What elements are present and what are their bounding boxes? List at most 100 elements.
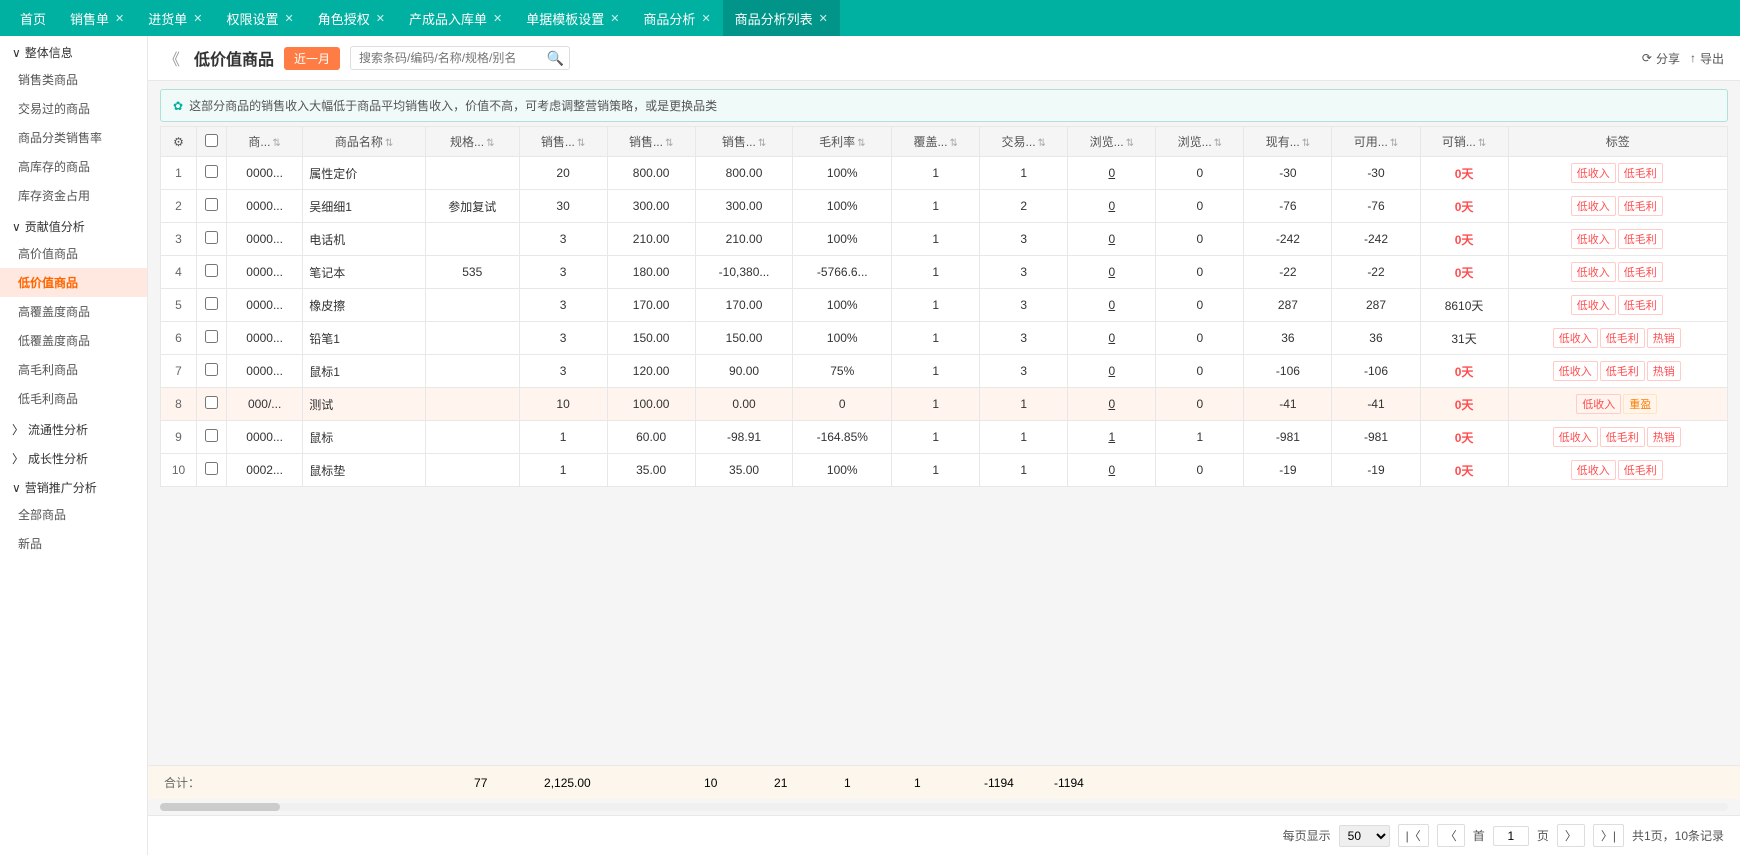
td-browse1[interactable]: 1 — [1068, 421, 1156, 454]
row-checkbox[interactable] — [205, 462, 218, 475]
browse-link[interactable]: 0 — [1108, 166, 1115, 180]
td-browse1[interactable]: 0 — [1068, 256, 1156, 289]
th-checkbox[interactable] — [197, 127, 227, 157]
nav-product-analysis-list[interactable]: 商品分析列表 ✕ — [723, 0, 840, 36]
close-icon[interactable]: ✕ — [285, 12, 294, 25]
sidebar-item-high-inventory[interactable]: 高库存的商品 — [0, 152, 147, 181]
select-all-checkbox[interactable] — [205, 134, 218, 147]
sidebar-item-high-coverage[interactable]: 高覆盖度商品 — [0, 297, 147, 326]
nav-permission[interactable]: 权限设置 ✕ — [214, 0, 305, 36]
prev-page-button[interactable]: 〈 — [1437, 824, 1465, 847]
td-browse1[interactable]: 0 — [1068, 223, 1156, 256]
row-checkbox[interactable] — [205, 264, 218, 277]
browse-link[interactable]: 0 — [1108, 397, 1115, 411]
row-checkbox[interactable] — [205, 198, 218, 211]
sidebar-item-high-value[interactable]: 高价值商品 — [0, 239, 147, 268]
row-checkbox[interactable] — [205, 330, 218, 343]
nav-sales-order[interactable]: 销售单 ✕ — [58, 0, 136, 36]
nav-purchase-order[interactable]: 进货单 ✕ — [136, 0, 214, 36]
td-browse1[interactable]: 0 — [1068, 190, 1156, 223]
td-check[interactable] — [197, 421, 227, 454]
close-icon[interactable]: ✕ — [376, 12, 385, 25]
row-checkbox[interactable] — [205, 231, 218, 244]
close-icon[interactable]: ✕ — [701, 12, 710, 25]
td-browse1[interactable]: 0 — [1068, 355, 1156, 388]
nav-role-auth[interactable]: 角色授权 ✕ — [306, 0, 397, 36]
td-s1: 1 — [519, 454, 607, 487]
browse-link[interactable]: 0 — [1108, 463, 1115, 477]
td-check[interactable] — [197, 322, 227, 355]
tag-low-margin: 低毛利 — [1618, 295, 1663, 315]
td-browse1[interactable]: 0 — [1068, 388, 1156, 421]
td-name: 电话机 — [303, 223, 426, 256]
next-page-button[interactable]: 〉 — [1557, 824, 1585, 847]
share-button[interactable]: ⟳ 分享 — [1642, 50, 1680, 67]
sidebar-group-marketing[interactable]: ∨ 营销推广分析 — [0, 471, 147, 500]
td-browse1[interactable]: 0 — [1068, 157, 1156, 190]
sidebar-group-overall[interactable]: ∨ 整体信息 — [0, 36, 147, 65]
row-checkbox[interactable] — [205, 297, 218, 310]
sidebar-item-inventory-capital[interactable]: 库存资金占用 — [0, 181, 147, 210]
td-check[interactable] — [197, 388, 227, 421]
td-check[interactable] — [197, 454, 227, 487]
horizontal-scrollbar[interactable] — [160, 803, 1728, 811]
browse-link[interactable]: 0 — [1108, 331, 1115, 345]
search-input[interactable] — [350, 46, 570, 70]
collapse-button[interactable]: 《 — [164, 46, 180, 70]
td-check[interactable] — [197, 256, 227, 289]
close-icon[interactable]: ✕ — [610, 12, 619, 25]
td-browse1[interactable]: 0 — [1068, 289, 1156, 322]
td-browse2: 1 — [1156, 421, 1244, 454]
sidebar-group-contribution[interactable]: ∨ 贡献值分析 — [0, 210, 147, 239]
td-check[interactable] — [197, 223, 227, 256]
nav-product-in[interactable]: 产成品入库单 ✕ — [397, 0, 514, 36]
td-check[interactable] — [197, 289, 227, 322]
sidebar-item-low-value[interactable]: 低价值商品 — [0, 268, 147, 297]
close-icon[interactable]: ✕ — [115, 12, 124, 25]
sidebar-item-low-margin[interactable]: 低毛利商品 — [0, 384, 147, 413]
browse-link[interactable]: 0 — [1108, 199, 1115, 213]
browse-link[interactable]: 0 — [1108, 298, 1115, 312]
close-icon[interactable]: ✕ — [193, 12, 202, 25]
nav-template[interactable]: 单据模板设置 ✕ — [514, 0, 631, 36]
browse-link[interactable]: 1 — [1108, 430, 1115, 444]
page-input[interactable] — [1493, 826, 1529, 846]
last-page-button[interactable]: 〉| — [1593, 824, 1624, 847]
close-icon[interactable]: ✕ — [819, 12, 828, 25]
first-page-button[interactable]: |〈 — [1398, 824, 1429, 847]
row-checkbox[interactable] — [205, 363, 218, 376]
td-days: 0天 — [1420, 190, 1508, 223]
sidebar-item-high-margin[interactable]: 高毛利商品 — [0, 355, 147, 384]
export-button[interactable]: ↑ 导出 — [1690, 50, 1724, 67]
filter-recent-month[interactable]: 近一月 — [284, 47, 340, 70]
td-days: 0天 — [1420, 355, 1508, 388]
nav-home[interactable]: 首页 — [8, 0, 58, 36]
sidebar-item-new-products[interactable]: 新品 — [0, 529, 147, 558]
td-browse1[interactable]: 0 — [1068, 454, 1156, 487]
td-check[interactable] — [197, 157, 227, 190]
td-coverage: 1 — [892, 355, 980, 388]
per-page-select[interactable]: 50 100 200 — [1339, 825, 1390, 847]
nav-product-analysis[interactable]: 商品分析 ✕ — [631, 0, 722, 36]
search-icon[interactable]: 🔍 — [547, 50, 564, 67]
td-browse1[interactable]: 0 — [1068, 322, 1156, 355]
scrollbar-thumb[interactable] — [160, 803, 280, 811]
sidebar-group-growth[interactable]: 〉 成长性分析 — [0, 442, 147, 471]
sidebar-item-sales-products[interactable]: 销售类商品 — [0, 65, 147, 94]
browse-link[interactable]: 0 — [1108, 232, 1115, 246]
row-checkbox[interactable] — [205, 165, 218, 178]
table-wrap[interactable]: ⚙ 商...⇅ 商品名称⇅ 规格...⇅ 销售...⇅ 销售...⇅ 销售...… — [160, 126, 1728, 765]
sidebar-item-traded-products[interactable]: 交易过的商品 — [0, 94, 147, 123]
sidebar-item-all-products[interactable]: 全部商品 — [0, 500, 147, 529]
browse-link[interactable]: 0 — [1108, 364, 1115, 378]
th-settings[interactable]: ⚙ — [161, 127, 197, 157]
sidebar-item-low-coverage[interactable]: 低覆盖度商品 — [0, 326, 147, 355]
close-icon[interactable]: ✕ — [493, 12, 502, 25]
browse-link[interactable]: 0 — [1108, 265, 1115, 279]
td-check[interactable] — [197, 190, 227, 223]
sidebar-group-circulation[interactable]: 〉 流通性分析 — [0, 413, 147, 442]
row-checkbox[interactable] — [205, 429, 218, 442]
td-check[interactable] — [197, 355, 227, 388]
row-checkbox[interactable] — [205, 396, 218, 409]
sidebar-item-category-sales-rate[interactable]: 商品分类销售率 — [0, 123, 147, 152]
